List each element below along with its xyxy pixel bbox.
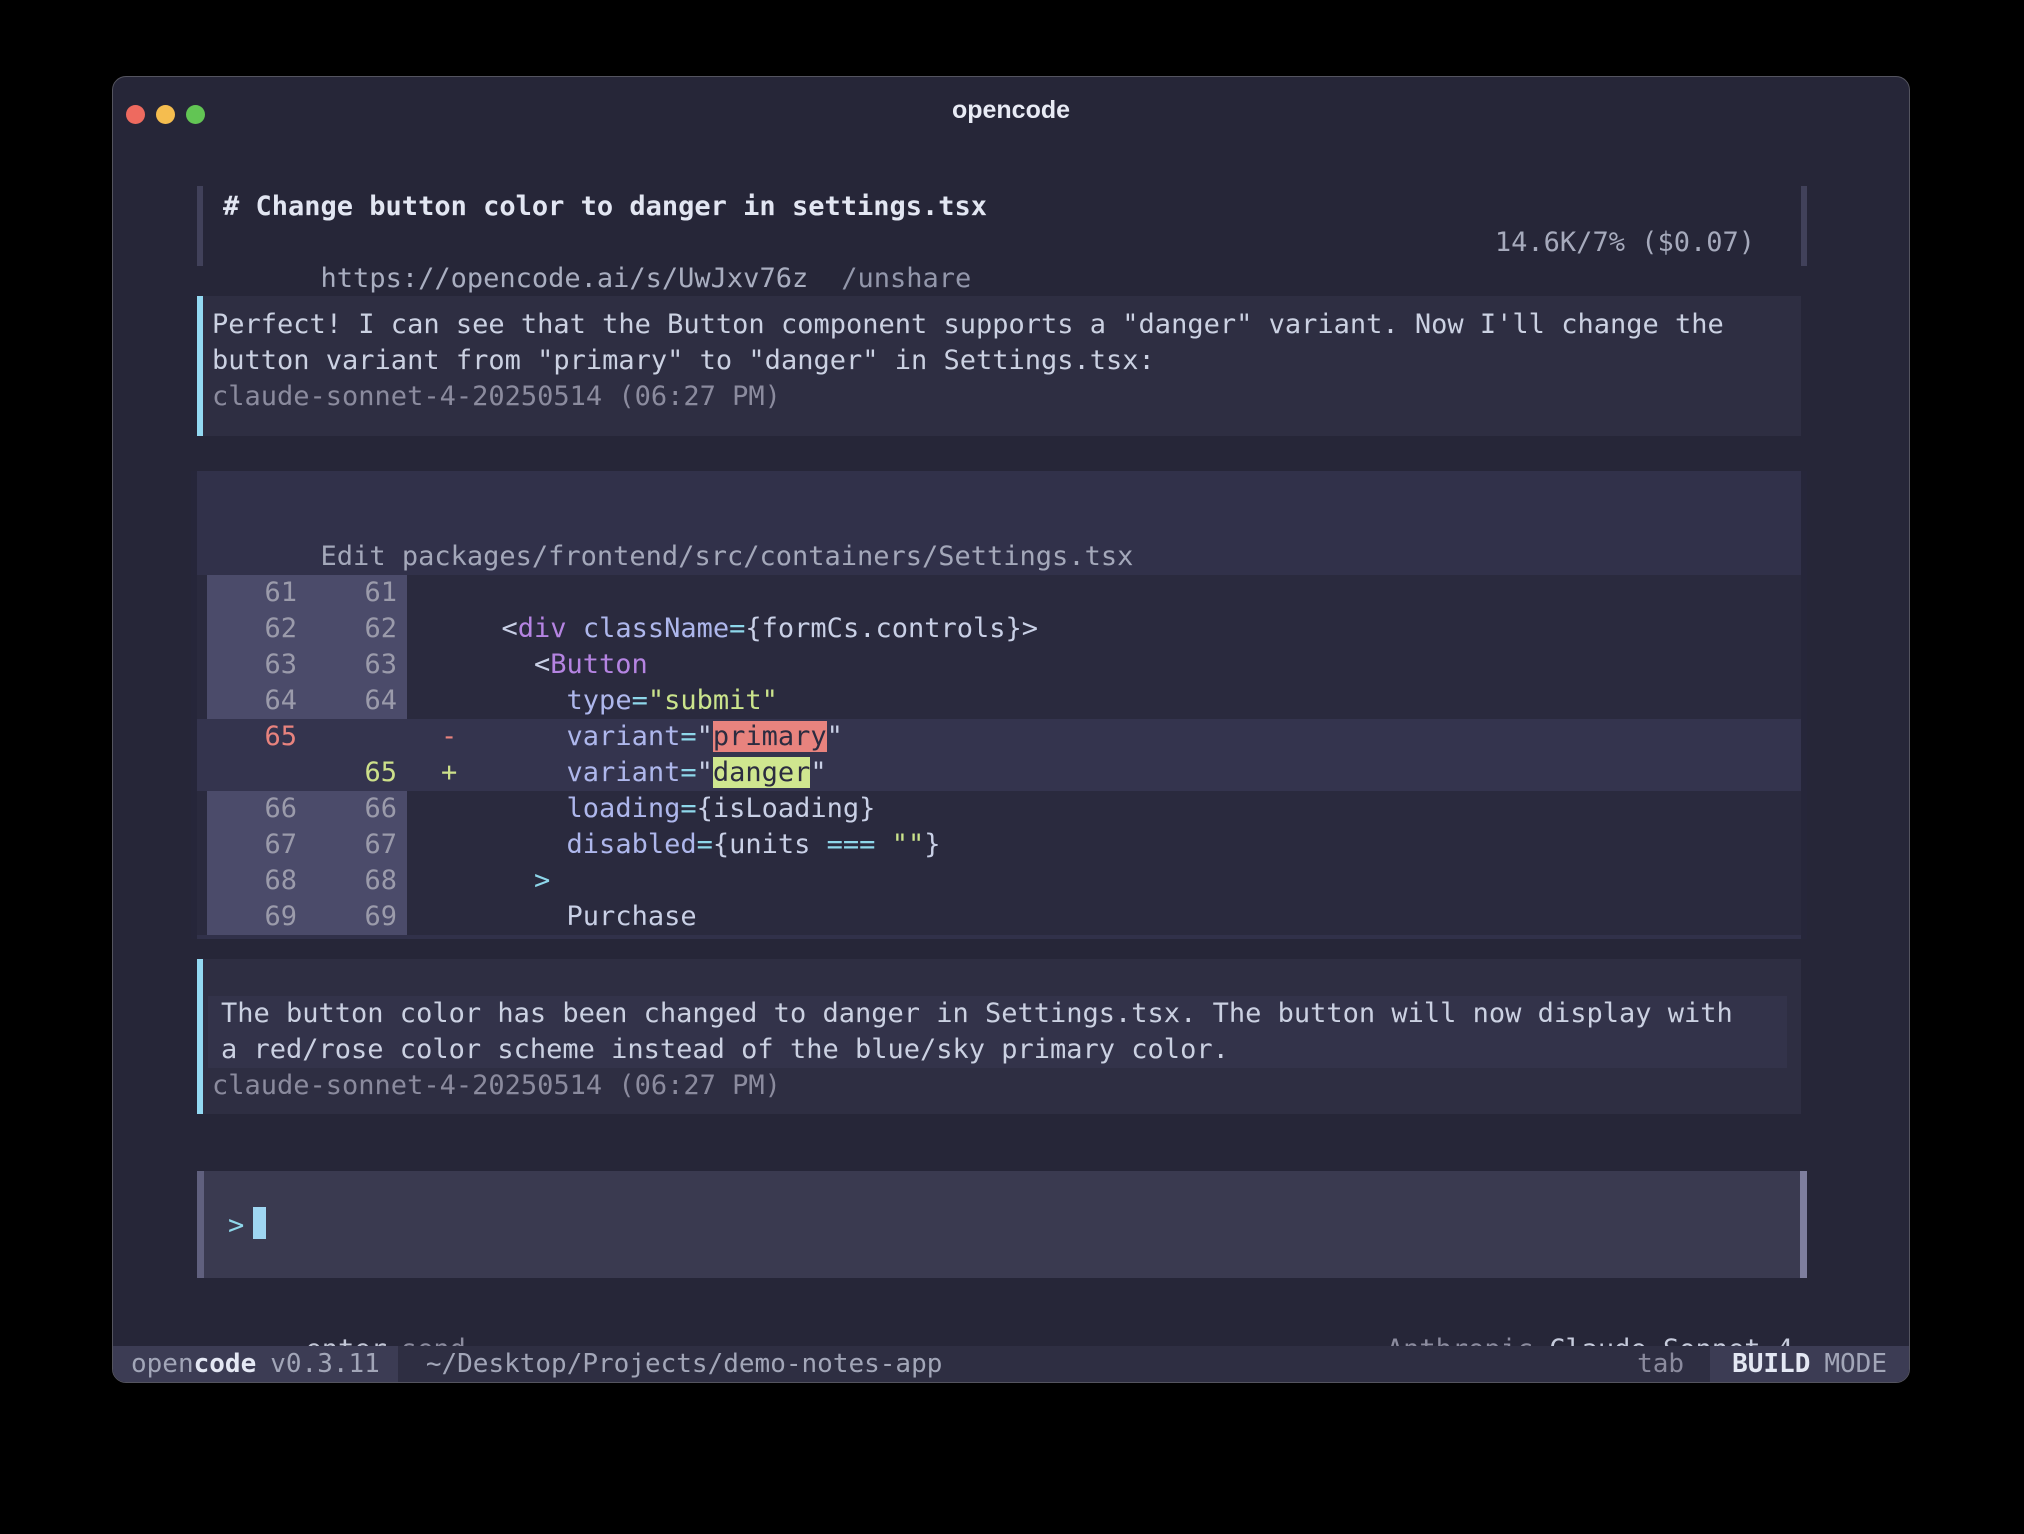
code-line: loading={isLoading} xyxy=(469,791,875,827)
mode-indicator: BUILD MODE xyxy=(1710,1346,1909,1382)
line-number-gutter: 6767 xyxy=(207,827,407,863)
diff-row: 6767 disabled={units === ""} xyxy=(197,827,1801,863)
share-url-link[interactable]: https://opencode.ai/s/UwJxv76z xyxy=(321,263,809,294)
message-line: Perfect! I can see that the Button compo… xyxy=(203,307,1801,343)
working-directory: ~/Desktop/Projects/demo-notes-app xyxy=(426,1346,1637,1382)
code-line: <Button xyxy=(469,647,648,683)
diff-marker: - xyxy=(441,719,469,755)
tab-key-hint: tab xyxy=(1637,1346,1684,1382)
header-right-rail xyxy=(1801,186,1807,266)
text-cursor xyxy=(253,1207,266,1239)
token-usage-cost: 14.6K/7% ($0.07) xyxy=(1495,225,1755,261)
line-number-gutter: 6868 xyxy=(207,863,407,899)
window-title: opencode xyxy=(113,97,1909,123)
diff-marker xyxy=(441,899,469,935)
session-header: # Change button color to danger in setti… xyxy=(197,186,1807,266)
message-line: button variant from "primary" to "danger… xyxy=(203,343,1801,379)
diff-view: 61616262 <div className={formCs.controls… xyxy=(197,575,1801,935)
prompt-input[interactable]: > xyxy=(197,1171,1807,1278)
diff-marker xyxy=(441,683,469,719)
line-number-gutter: 6464 xyxy=(207,683,407,719)
diff-row: 6262 <div className={formCs.controls}> xyxy=(197,611,1801,647)
line-number-gutter: 6262 xyxy=(207,611,407,647)
unshare-command[interactable]: /unshare xyxy=(841,263,971,294)
model-timestamp: claude-sonnet-4-20250514 (06:27 PM) xyxy=(203,1068,1801,1104)
app-name-bold: code xyxy=(194,1349,257,1379)
diff-marker xyxy=(441,863,469,899)
edited-file-path: packages/frontend/src/containers/Setting… xyxy=(402,541,1134,572)
diff-marker: + xyxy=(441,755,469,791)
line-number-gutter: 65 xyxy=(207,719,407,755)
line-number-gutter: 65 xyxy=(207,755,407,791)
diff-marker xyxy=(441,647,469,683)
diff-row: 6161 xyxy=(197,575,1801,611)
line-number-gutter: 6666 xyxy=(207,791,407,827)
edit-tool-block: Edit packages/frontend/src/containers/Se… xyxy=(191,471,1807,939)
message-paragraph: The button color has been changed to dan… xyxy=(208,996,1787,1068)
message-line: The button color has been changed to dan… xyxy=(212,996,1787,1032)
mode-suffix: MODE xyxy=(1824,1349,1887,1379)
opencode-terminal-window: opencode # Change button color to danger… xyxy=(112,76,1910,1383)
prompt-chevron: > xyxy=(228,1210,244,1241)
diff-marker xyxy=(441,791,469,827)
diff-rows: 61616262 <div className={formCs.controls… xyxy=(197,575,1801,935)
line-number-gutter: 6363 xyxy=(207,647,407,683)
code-line: type="submit" xyxy=(469,683,778,719)
assistant-message: Perfect! I can see that the Button compo… xyxy=(197,296,1801,436)
code-line: > xyxy=(469,863,550,899)
keybind-hints-row: entersend AnthropicClaude Sonnet 4 xyxy=(113,1296,1909,1332)
window-titlebar: opencode xyxy=(113,77,1909,133)
diff-marker xyxy=(441,611,469,647)
mode-name: BUILD xyxy=(1732,1349,1810,1379)
diff-row: 6464 type="submit" xyxy=(197,683,1801,719)
code-line: <div className={formCs.controls}> xyxy=(469,611,1038,647)
message-line: a red/rose color scheme instead of the b… xyxy=(212,1032,1787,1068)
edit-action-label: Edit xyxy=(321,541,386,572)
diff-row: 65- variant="primary" xyxy=(197,719,1801,755)
code-line: variant="danger" xyxy=(469,755,827,791)
diff-row: 6666 loading={isLoading} xyxy=(197,791,1801,827)
session-title: # Change button color to danger in setti… xyxy=(223,189,987,225)
diff-row: 6868 > xyxy=(197,863,1801,899)
diff-marker xyxy=(441,575,469,611)
app-version-chip: opencode v0.3.11 xyxy=(113,1346,398,1382)
diff-row: 65 + variant="danger" xyxy=(197,755,1801,791)
code-line: variant="primary" xyxy=(469,719,843,755)
diff-row: 6969 Purchase xyxy=(197,899,1801,935)
model-timestamp: claude-sonnet-4-20250514 (06:27 PM) xyxy=(203,379,1801,415)
header-left-rail xyxy=(197,186,203,266)
app-version: v0.3.11 xyxy=(270,1349,380,1379)
line-number-gutter: 6161 xyxy=(207,575,407,611)
diff-marker xyxy=(441,827,469,863)
status-bar: opencode v0.3.11 ~/Desktop/Projects/demo-… xyxy=(113,1346,1909,1382)
app-name-regular: open xyxy=(131,1349,194,1379)
line-number-gutter: 6969 xyxy=(207,899,407,935)
code-line: disabled={units === ""} xyxy=(469,827,940,863)
assistant-message: The button color has been changed to dan… xyxy=(197,959,1801,1114)
code-line: Purchase xyxy=(469,899,697,935)
diff-row: 6363 <Button xyxy=(197,647,1801,683)
